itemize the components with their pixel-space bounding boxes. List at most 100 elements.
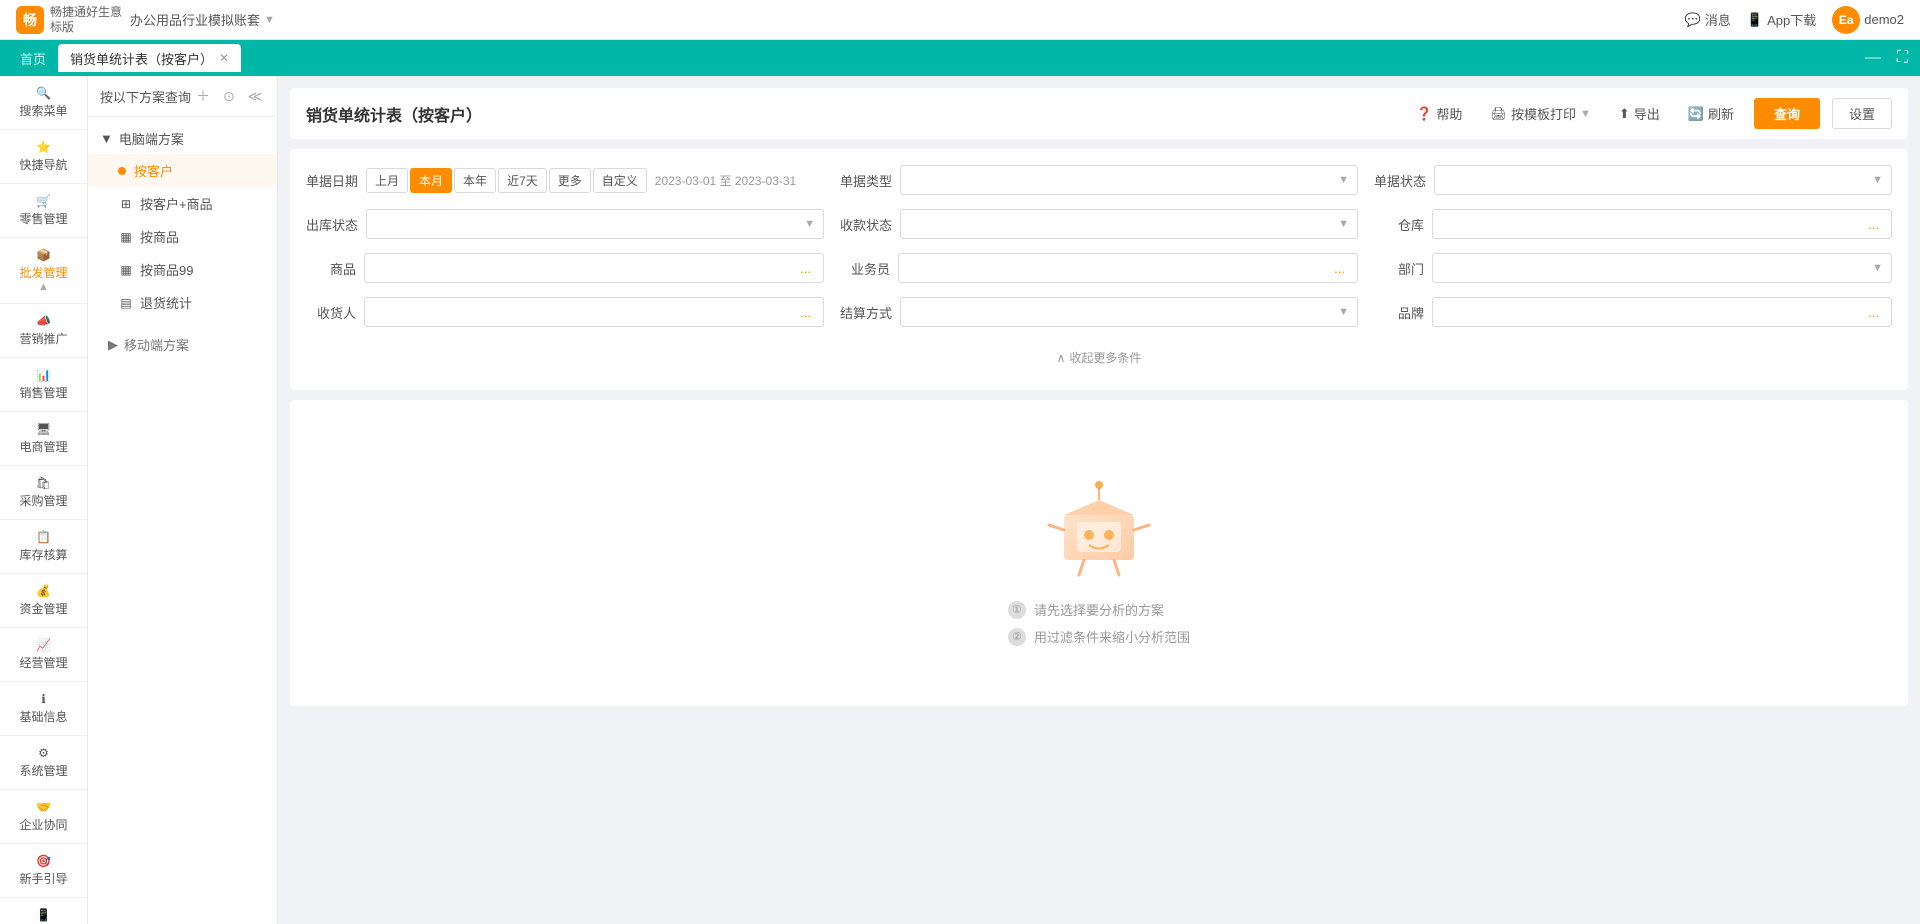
sidebar-item-app-center[interactable]: 📱 应用中心 [0, 898, 87, 924]
sidebar-item-finance[interactable]: 💰 资金管理 [0, 574, 87, 628]
info-icon: ℹ [4, 692, 83, 706]
brand-select[interactable]: ... [1432, 297, 1892, 327]
tab-home[interactable]: 首页 [8, 44, 58, 72]
mobile-icon: 📱 [1747, 12, 1763, 28]
user-avatar[interactable]: Ea demo2 [1832, 6, 1904, 34]
table2-icon: ▦ [118, 262, 134, 278]
sidebar-item-ecommerce[interactable]: 🖥 电商管理 [0, 412, 87, 466]
warehouse-label: 仓库 [1374, 215, 1424, 234]
salesperson-select[interactable]: ... [898, 253, 1358, 283]
goods-label: 商品 [306, 259, 356, 278]
print-arrow-icon: ▼ [1580, 108, 1591, 120]
guide-icon: 🎯 [4, 854, 83, 868]
goods-field: 商品 ... [306, 253, 824, 283]
date-quick-buttons: 上月 本月 本年 近7天 更多 自定义 [366, 168, 647, 193]
goods-select[interactable]: ... [364, 253, 824, 283]
sidebar-item-purchase[interactable]: 🛍 采购管理 [0, 466, 87, 520]
custom-date-btn[interactable]: 自定义 [593, 168, 647, 193]
tab-close-icon[interactable]: ✕ [219, 51, 229, 65]
sidebar-item-wholesale[interactable]: 📦 批发管理 ▲ [0, 238, 87, 304]
page-title: 销货单统计表（按客户） [306, 102, 482, 126]
salesperson-ellipsis-icon[interactable]: ... [1330, 261, 1349, 276]
export-button[interactable]: ⬆ 导出 [1611, 100, 1668, 127]
wholesale-icon: 📦 [4, 248, 83, 262]
brand-field: 品牌 ... [1374, 297, 1892, 327]
receiver-select[interactable]: ... [364, 297, 824, 327]
pc-schemes-header[interactable]: ▼ 电脑端方案 [88, 123, 277, 154]
warehouse-select[interactable]: ... [1432, 209, 1892, 239]
chevron-down-icon: ▼ [100, 131, 113, 146]
department-select[interactable]: ▼ [1432, 253, 1892, 283]
last-7-days-btn[interactable]: 近7天 [498, 168, 547, 193]
query-button[interactable]: 查询 [1754, 98, 1820, 129]
add-scheme-button[interactable]: ＋ [193, 86, 213, 106]
tree-item-goods-99[interactable]: ▦ 按商品99 [88, 253, 277, 286]
doc-type-arrow-icon: ▼ [1338, 174, 1349, 186]
date-range-selector: 上月 本月 本年 近7天 更多 自定义 2023-03-01 至 2023-03… [366, 168, 824, 193]
this-month-btn[interactable]: 本月 [410, 168, 452, 193]
payment-select[interactable]: ▼ [900, 297, 1358, 327]
sidebar-item-coop[interactable]: 🤝 企业协同 [0, 790, 87, 844]
ecommerce-icon: 🖥 [4, 422, 83, 436]
export-icon: ⬆ [1619, 106, 1630, 122]
warehouse-field: 仓库 ... [1374, 209, 1892, 239]
sidebar-item-quick-nav[interactable]: ⭐ 快捷导航 [0, 130, 87, 184]
star-icon: ⭐ [4, 140, 83, 154]
sidebar-item-basic-info[interactable]: ℹ 基础信息 [0, 682, 87, 736]
collapse-bar[interactable]: ∧ 收起更多条件 [306, 341, 1892, 374]
left-panel-header: 按以下方案查询 ＋ ⊙ ≪ [88, 76, 277, 117]
this-year-btn[interactable]: 本年 [454, 168, 496, 193]
receiver-ellipsis-icon[interactable]: ... [796, 305, 815, 320]
minimize-icon[interactable]: — [1861, 45, 1885, 71]
out-status-select[interactable]: ▼ [366, 209, 824, 239]
sidebar-item-sales-mgmt[interactable]: 📊 销售管理 [0, 358, 87, 412]
more-dates-btn[interactable]: 更多 [549, 168, 591, 193]
tab-sales-stats[interactable]: 销货单统计表（按客户） ✕ [58, 44, 241, 72]
edit-scheme-button[interactable]: ⊙ [219, 86, 239, 106]
tree-item-by-goods[interactable]: ▦ 按商品 [88, 220, 277, 253]
doc-status-select[interactable]: ▼ [1434, 165, 1892, 195]
app-download-button[interactable]: 📱 App下载 [1747, 10, 1816, 29]
sidebar-item-search-menu[interactable]: 🔍 搜索菜单 [0, 76, 87, 130]
goods-ellipsis-icon[interactable]: ... [796, 261, 815, 276]
mobile-schemes-header[interactable]: ▶ 移动端方案 [88, 329, 277, 360]
sidebar-item-operations[interactable]: 📈 经营管理 [0, 628, 87, 682]
content-area: 销货单统计表（按客户） ❓ 帮助 🖨 按模板打印 ▼ ⬆ 导出 🔄 刷新 [278, 76, 1920, 924]
receipt-status-field: 收款状态 ▼ [840, 209, 1358, 239]
doc-status-field: 单据状态 ▼ [1374, 165, 1892, 195]
payment-arrow-icon: ▼ [1338, 306, 1349, 318]
doc-type-select[interactable]: ▼ [900, 165, 1358, 195]
sidebar-item-retail[interactable]: 🛒 零售管理 [0, 184, 87, 238]
print-button[interactable]: 🖨 按模板打印 ▼ [1482, 100, 1598, 127]
sidebar: 🔍 搜索菜单 ⭐ 快捷导航 🛒 零售管理 📦 批发管理 ▲ 📣 营销推广 📊 销… [0, 76, 88, 924]
sidebar-item-new-guide[interactable]: 🎯 新手引导 [0, 844, 87, 898]
chevron-right-icon: ▶ [108, 337, 118, 353]
help-button[interactable]: ❓ 帮助 [1408, 100, 1470, 127]
brand-ellipsis-icon[interactable]: ... [1864, 305, 1883, 320]
page-header: 销货单统计表（按客户） ❓ 帮助 🖨 按模板打印 ▼ ⬆ 导出 🔄 刷新 [290, 88, 1908, 139]
brand-label: 品牌 [1374, 303, 1424, 322]
tree-item-customer-goods[interactable]: ⊞ 按客户+商品 [88, 187, 277, 220]
sidebar-item-marketing[interactable]: 📣 营销推广 [0, 304, 87, 358]
payment-label: 结算方式 [840, 303, 892, 322]
receipt-status-select[interactable]: ▼ [900, 209, 1358, 239]
top-header: 畅 畅捷通好生意 标版 办公用品行业模拟账套 ▼ 💬 消息 📱 App下载 Ea… [0, 0, 1920, 40]
settings-button[interactable]: 设置 [1832, 98, 1892, 129]
sidebar-item-inventory[interactable]: 📋 库存核算 [0, 520, 87, 574]
collapse-panel-button[interactable]: ≪ [245, 86, 265, 106]
tree-item-by-customer[interactable]: 按客户 [88, 154, 277, 187]
sidebar-item-system[interactable]: ⚙ 系统管理 [0, 736, 87, 790]
tip-1-number: ① [1008, 601, 1026, 619]
refresh-button[interactable]: 🔄 刷新 [1680, 100, 1742, 127]
main-layout: 🔍 搜索菜单 ⭐ 快捷导航 🛒 零售管理 📦 批发管理 ▲ 📣 营销推广 📊 销… [0, 76, 1920, 924]
last-month-btn[interactable]: 上月 [366, 168, 408, 193]
maximize-icon[interactable]: ⛶ [1893, 45, 1912, 71]
message-button[interactable]: 💬 消息 [1685, 10, 1731, 29]
app-icon: 📱 [4, 908, 83, 922]
chevron-up-icon: ▲ [4, 281, 83, 293]
company-selector[interactable]: 办公用品行业模拟账套 ▼ [130, 10, 275, 29]
tree-item-return-stats[interactable]: ▤ 退货统计 [88, 286, 277, 319]
warehouse-ellipsis-icon[interactable]: ... [1864, 217, 1883, 232]
print-icon: 🖨 [1490, 106, 1507, 122]
date-range-text: 2023-03-01 至 2023-03-31 [655, 172, 796, 189]
